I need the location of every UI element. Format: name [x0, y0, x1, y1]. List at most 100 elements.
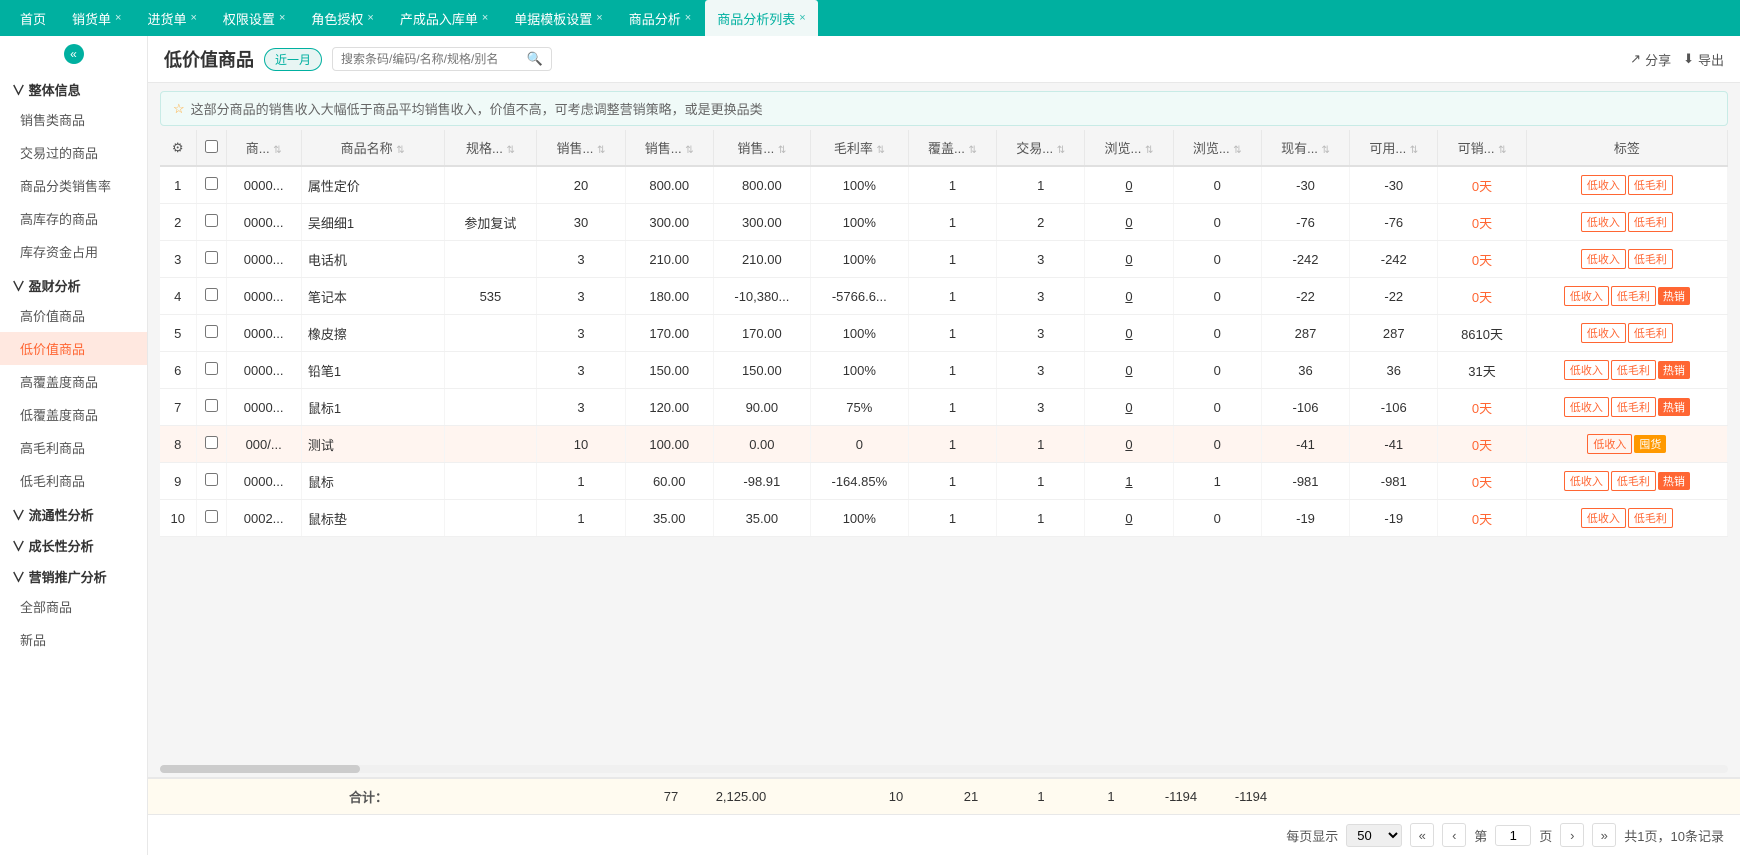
nav-close-role-auth[interactable]: ×	[367, 12, 373, 24]
th-code[interactable]: 商... ⇅	[226, 130, 301, 166]
sidebar-item-sales-products[interactable]: 销售类商品	[0, 103, 147, 136]
select-all-checkbox[interactable]	[205, 140, 218, 153]
sidebar-item-all-products[interactable]: 全部商品	[0, 590, 147, 623]
nav-close-sales-order[interactable]: ×	[115, 12, 121, 24]
row-checkbox[interactable]	[196, 315, 226, 352]
th-browse1[interactable]: 浏览... ⇅	[1085, 130, 1173, 166]
sidebar-group-overall[interactable]: ∨ 整体信息	[0, 72, 147, 103]
row-select-checkbox[interactable]	[205, 325, 218, 338]
sidebar-item-high-coverage[interactable]: 高覆盖度商品	[0, 365, 147, 398]
th-sales3[interactable]: 销售... ⇅	[713, 130, 810, 166]
th-sellable[interactable]: 可销... ⇅	[1438, 130, 1526, 166]
nav-home[interactable]: 首页	[8, 0, 58, 36]
export-button[interactable]: ⬇ 导出	[1683, 50, 1724, 69]
th-current-stock[interactable]: 现有... ⇅	[1261, 130, 1349, 166]
th-tags[interactable]: 标签	[1526, 130, 1727, 166]
row-browse1[interactable]: 0	[1085, 389, 1173, 426]
row-select-checkbox[interactable]	[205, 362, 218, 375]
row-select-checkbox[interactable]	[205, 214, 218, 227]
nav-product-analysis[interactable]: 商品分析 ×	[617, 0, 703, 36]
row-browse1[interactable]: 0	[1085, 278, 1173, 315]
th-product-name[interactable]: 商品名称 ⇅	[301, 130, 444, 166]
scrollbar-thumb[interactable]	[160, 765, 360, 773]
th-sales1[interactable]: 销售... ⇅	[537, 130, 625, 166]
nav-sales-order[interactable]: 销货单 ×	[60, 0, 133, 36]
browse-link[interactable]: 0	[1125, 400, 1132, 415]
nav-role-auth[interactable]: 角色授权 ×	[299, 0, 385, 36]
th-coverage[interactable]: 覆盖... ⇅	[908, 130, 996, 166]
row-browse1[interactable]: 0	[1085, 241, 1173, 278]
browse-link[interactable]: 0	[1125, 252, 1132, 267]
sidebar-collapse-btn[interactable]: «	[64, 44, 84, 64]
row-browse1[interactable]: 1	[1085, 463, 1173, 500]
row-select-checkbox[interactable]	[205, 436, 218, 449]
row-checkbox[interactable]	[196, 241, 226, 278]
th-browse2[interactable]: 浏览... ⇅	[1173, 130, 1261, 166]
nav-close-product-storage[interactable]: ×	[482, 12, 488, 24]
row-select-checkbox[interactable]	[205, 288, 218, 301]
row-select-checkbox[interactable]	[205, 473, 218, 486]
horizontal-scrollbar[interactable]	[160, 765, 1728, 773]
row-browse1[interactable]: 0	[1085, 426, 1173, 463]
browse-link[interactable]: 0	[1125, 326, 1132, 341]
nav-template-settings[interactable]: 单据模板设置 ×	[502, 0, 614, 36]
row-checkbox[interactable]	[196, 352, 226, 389]
sidebar-item-traded-products[interactable]: 交易过的商品	[0, 136, 147, 169]
sidebar-item-high-profit[interactable]: 高毛利商品	[0, 431, 147, 464]
sidebar-item-stock-capital[interactable]: 库存资金占用	[0, 235, 147, 268]
row-browse1[interactable]: 0	[1085, 315, 1173, 352]
row-browse1[interactable]: 0	[1085, 166, 1173, 204]
filter-tag-month[interactable]: 近一月	[264, 48, 322, 71]
th-spec[interactable]: 规格... ⇅	[444, 130, 537, 166]
row-select-checkbox[interactable]	[205, 251, 218, 264]
browse-link[interactable]: 0	[1125, 215, 1132, 230]
last-page-btn[interactable]: »	[1592, 823, 1616, 847]
nav-permissions[interactable]: 权限设置 ×	[211, 0, 297, 36]
browse-link[interactable]: 1	[1125, 474, 1132, 489]
nav-close-template-settings[interactable]: ×	[596, 12, 602, 24]
sidebar-group-marketing[interactable]: ∨ 营销推广分析	[0, 559, 147, 590]
prev-page-btn[interactable]: ‹	[1442, 823, 1466, 847]
nav-close-permissions[interactable]: ×	[279, 12, 285, 24]
row-checkbox[interactable]	[196, 204, 226, 241]
nav-product-analysis-list[interactable]: 商品分析列表 ×	[705, 0, 817, 36]
nav-purchase-order[interactable]: 进货单 ×	[135, 0, 208, 36]
th-transaction[interactable]: 交易... ⇅	[997, 130, 1085, 166]
sidebar-group-growth[interactable]: ∨ 成长性分析	[0, 528, 147, 559]
sidebar-item-category-sales[interactable]: 商品分类销售率	[0, 169, 147, 202]
nav-close-purchase-order[interactable]: ×	[190, 12, 196, 24]
row-checkbox[interactable]	[196, 463, 226, 500]
sidebar-item-high-stock[interactable]: 高库存的商品	[0, 202, 147, 235]
row-checkbox[interactable]	[196, 500, 226, 537]
page-number-input[interactable]	[1495, 825, 1531, 846]
sidebar-item-low-profit[interactable]: 低毛利商品	[0, 464, 147, 497]
sidebar-group-circulation[interactable]: ∨ 流通性分析	[0, 497, 147, 528]
browse-link[interactable]: 0	[1125, 511, 1132, 526]
sidebar-item-low-value[interactable]: 低价值商品	[0, 332, 147, 365]
nav-close-product-analysis[interactable]: ×	[685, 12, 691, 24]
row-checkbox[interactable]	[196, 278, 226, 315]
search-input[interactable]	[341, 52, 521, 66]
sidebar-item-new-products[interactable]: 新品	[0, 623, 147, 656]
row-checkbox[interactable]	[196, 426, 226, 463]
row-select-checkbox[interactable]	[205, 177, 218, 190]
th-checkbox[interactable]	[196, 130, 226, 166]
browse-link[interactable]: 0	[1125, 289, 1132, 304]
row-select-checkbox[interactable]	[205, 399, 218, 412]
next-page-btn[interactable]: ›	[1560, 823, 1584, 847]
search-icon[interactable]: 🔍	[527, 51, 543, 67]
sidebar-group-profit[interactable]: ∨ 盈财分析	[0, 268, 147, 299]
browse-link[interactable]: 0	[1125, 437, 1132, 452]
row-browse1[interactable]: 0	[1085, 500, 1173, 537]
nav-close-product-analysis-list[interactable]: ×	[799, 12, 805, 24]
share-button[interactable]: ↗ 分享	[1630, 50, 1671, 69]
row-select-checkbox[interactable]	[205, 510, 218, 523]
th-settings[interactable]: ⚙	[160, 130, 196, 166]
browse-link[interactable]: 0	[1125, 363, 1132, 378]
sidebar-item-high-value[interactable]: 高价值商品	[0, 299, 147, 332]
row-checkbox[interactable]	[196, 389, 226, 426]
row-browse1[interactable]: 0	[1085, 352, 1173, 389]
th-gross-rate[interactable]: 毛利率 ⇅	[810, 130, 908, 166]
th-sales2[interactable]: 销售... ⇅	[625, 130, 713, 166]
first-page-btn[interactable]: «	[1410, 823, 1434, 847]
